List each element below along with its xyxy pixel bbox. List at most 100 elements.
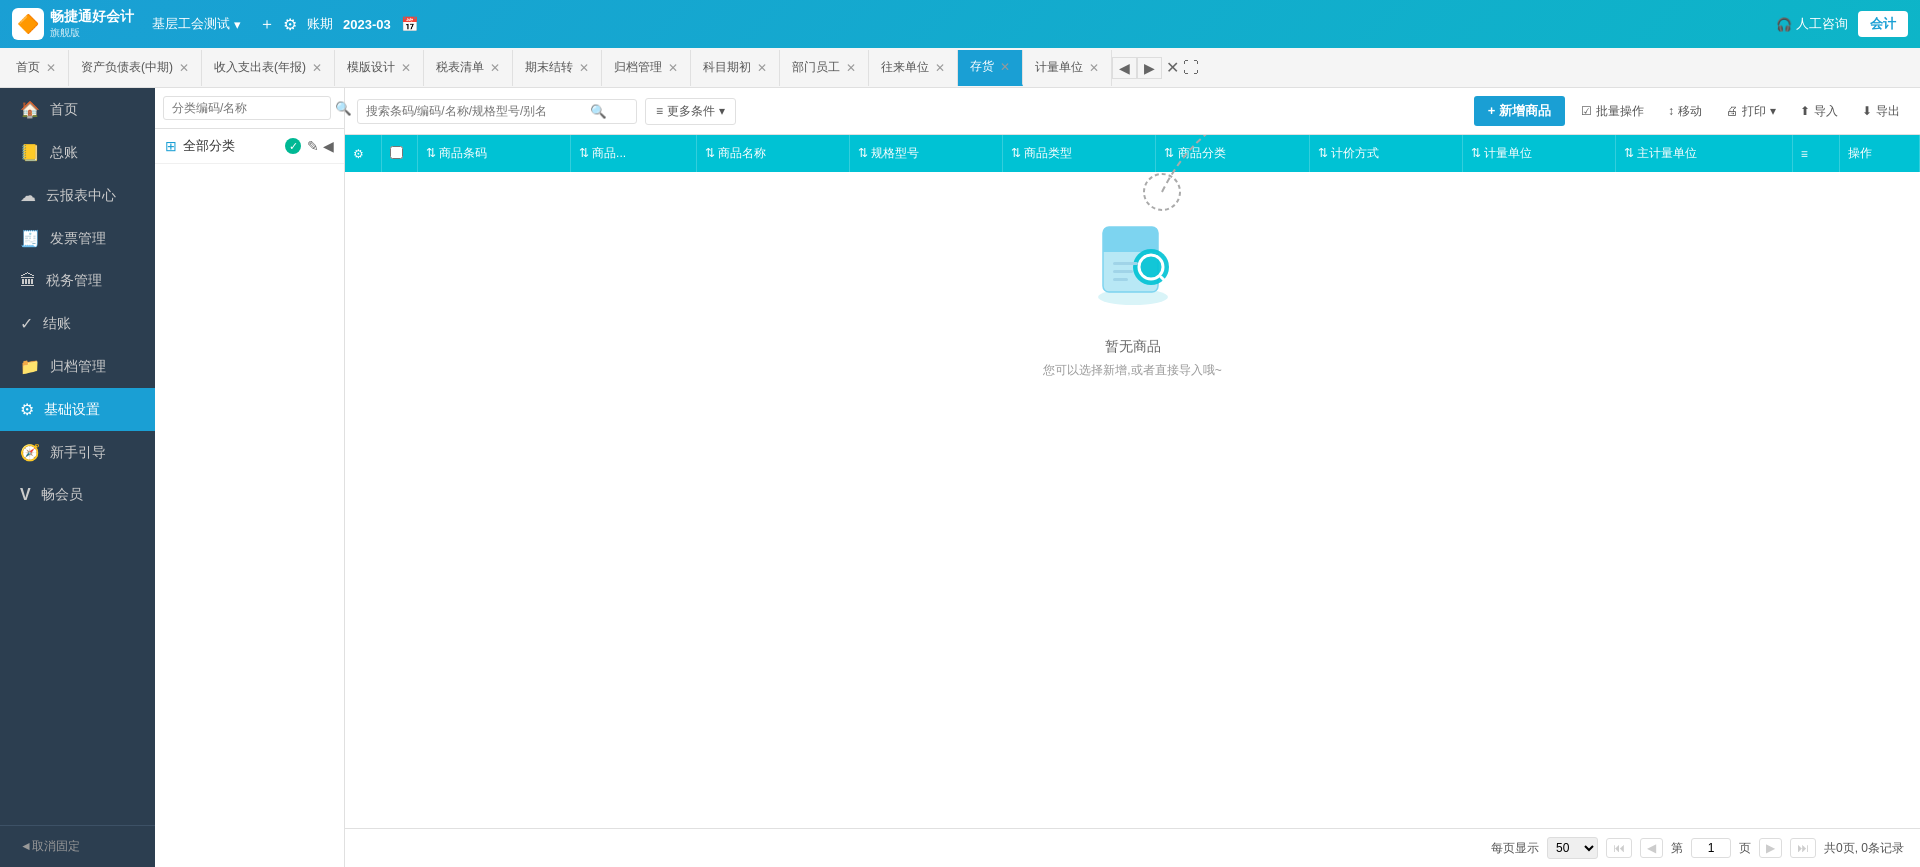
tab-close-contacts[interactable]: ✕ (935, 61, 945, 75)
th-unit[interactable]: ⇅ 计量单位 (1462, 135, 1615, 172)
tab-close-all-button[interactable]: ✕ (1166, 58, 1179, 77)
tab-department[interactable]: 部门员工 ✕ (780, 50, 869, 86)
th-checkbox[interactable] (381, 135, 417, 172)
move-icon: ↕ (1668, 104, 1674, 118)
tab-close-balance[interactable]: ✕ (179, 61, 189, 75)
logo-area: 🔶 畅捷通好会计 旗舰版 (12, 8, 142, 40)
filter-button[interactable]: ≡ 更多条件 ▾ (645, 98, 736, 125)
th-code[interactable]: ⇅ 商品... (570, 135, 696, 172)
sidebar-label-invoice: 发票管理 (50, 230, 106, 248)
th-settings[interactable]: ⚙ (345, 135, 381, 172)
batch-operation-button[interactable]: ☑ 批量操作 (1573, 99, 1652, 124)
filter-icon: ≡ (656, 104, 663, 118)
settings-icon[interactable]: ⚙ (283, 15, 297, 34)
tab-close-subject[interactable]: ✕ (757, 61, 767, 75)
edit-category-button[interactable]: ✎ (307, 138, 319, 154)
sidebar-unpin-button[interactable]: ◄取消固定 (0, 825, 155, 867)
per-page-select[interactable]: 50 100 200 (1547, 837, 1598, 859)
sidebar-label-guide: 新手引导 (50, 444, 106, 462)
tab-close-period[interactable]: ✕ (579, 61, 589, 75)
sidebar-item-invoice[interactable]: 🧾 发票管理 (0, 217, 155, 260)
tab-close-income[interactable]: ✕ (312, 61, 322, 75)
tab-archive[interactable]: 归档管理 ✕ (602, 50, 691, 86)
add-tab-button[interactable]: ＋ (259, 14, 275, 35)
tab-close-tax[interactable]: ✕ (490, 61, 500, 75)
tab-subject-init[interactable]: 科目期初 ✕ (691, 50, 780, 86)
account-button[interactable]: 会计 (1858, 11, 1908, 37)
tab-next-button[interactable]: ▶ (1137, 57, 1162, 79)
tab-close-home[interactable]: ✕ (46, 61, 56, 75)
first-page-button[interactable]: ⏮ (1606, 838, 1632, 858)
tab-period-transfer[interactable]: 期末结转 ✕ (513, 50, 602, 86)
category-indicator: ✓ (285, 138, 301, 154)
import-button[interactable]: ⬆ 导入 (1792, 99, 1846, 124)
add-product-button[interactable]: + 新增商品 (1474, 96, 1565, 126)
chevron-icon: ▾ (719, 104, 725, 118)
headset-icon: 🎧 (1776, 17, 1792, 32)
sidebar-item-guide[interactable]: 🧭 新手引导 (0, 431, 155, 474)
sidebar-label-settings: 基础设置 (44, 401, 100, 419)
last-page-button[interactable]: ⏭ (1790, 838, 1816, 858)
select-all-checkbox[interactable] (390, 146, 403, 159)
company-selector[interactable]: 基层工会测试 ▾ (152, 15, 241, 33)
sidebar-item-closing[interactable]: ✓ 结账 (0, 302, 155, 345)
export-button[interactable]: ⬇ 导出 (1854, 99, 1908, 124)
category-icons: ✎ ◀ (307, 138, 334, 154)
search-icon-button[interactable]: 🔍 (590, 104, 607, 119)
th-spec[interactable]: ⇅ 规格型号 (849, 135, 1002, 172)
tab-template-design[interactable]: 模版设计 ✕ (335, 50, 424, 86)
sidebar-item-archive[interactable]: 📁 归档管理 (0, 345, 155, 388)
product-search-input[interactable] (366, 104, 586, 118)
th-type[interactable]: ⇅ 商品类型 (1003, 135, 1156, 172)
sidebar-label-closing: 结账 (43, 315, 71, 333)
sidebar-item-settings[interactable]: ⚙ 基础设置 (0, 388, 155, 431)
prev-page-button[interactable]: ◀ (1640, 838, 1663, 858)
tab-contacts[interactable]: 往来单位 ✕ (869, 50, 958, 86)
collapse-panel-button[interactable]: ◀ (323, 138, 334, 154)
chevron-down-icon: ▾ (234, 17, 241, 32)
tab-balance-sheet[interactable]: 资产负债表(中期) ✕ (69, 50, 202, 86)
tab-home[interactable]: 首页 ✕ (4, 50, 69, 86)
tax-icon: 🏛 (20, 272, 36, 290)
tab-close-archive[interactable]: ✕ (668, 61, 678, 75)
customer-service-btn[interactable]: 🎧 人工咨询 (1776, 15, 1848, 33)
empty-title: 暂无商品 (1105, 338, 1161, 356)
category-search-box: 🔍 (155, 88, 344, 129)
sidebar-item-ledger[interactable]: 📒 总账 (0, 131, 155, 174)
logo-icon: 🔶 (12, 8, 44, 40)
th-name[interactable]: ⇅ 商品名称 (696, 135, 849, 172)
page-number-input[interactable] (1691, 838, 1731, 858)
tab-expand-button[interactable]: ⛶ (1183, 59, 1199, 77)
th-barcode[interactable]: ⇅ 商品条码 (417, 135, 570, 172)
print-button[interactable]: 🖨 打印 ▾ (1718, 99, 1784, 124)
tab-close-dept[interactable]: ✕ (846, 61, 856, 75)
category-header: ⊞ 全部分类 ✓ ✎ ◀ (155, 129, 344, 164)
closing-icon: ✓ (20, 314, 33, 333)
th-pricing[interactable]: ⇅ 计价方式 (1309, 135, 1462, 172)
left-panel: 🔍 ⊞ 全部分类 ✓ ✎ ◀ (155, 88, 345, 867)
category-search-input[interactable] (163, 96, 331, 120)
product-table: ⚙ ⇅ 商品条码 ⇅ 商品... (345, 135, 1920, 172)
calendar-icon[interactable]: 📅 (401, 16, 418, 32)
th-category[interactable]: ⇅ 商品分类 (1156, 135, 1309, 172)
move-button[interactable]: ↕ 移动 (1660, 99, 1710, 124)
next-page-button[interactable]: ▶ (1759, 838, 1782, 858)
tab-income-statement[interactable]: 收入支出表(年报) ✕ (202, 50, 335, 86)
tab-close-template[interactable]: ✕ (401, 61, 411, 75)
tab-close-inventory[interactable]: ✕ (1000, 60, 1010, 74)
sidebar-item-tax[interactable]: 🏛 税务管理 (0, 260, 155, 302)
th-more[interactable]: ≡ (1792, 135, 1839, 172)
grid-icon: ⊞ (165, 138, 177, 154)
sidebar-item-home[interactable]: 🏠 首页 (0, 88, 155, 131)
tab-tax-list[interactable]: 税表清单 ✕ (424, 50, 513, 86)
svg-point-1 (1144, 174, 1180, 210)
sidebar-item-reports[interactable]: ☁ 云报表中心 (0, 174, 155, 217)
tab-inventory[interactable]: 存货 ✕ (958, 50, 1023, 86)
th-main-unit[interactable]: ⇅ 主计量单位 (1616, 135, 1793, 172)
guide-icon: 🧭 (20, 443, 40, 462)
tab-unit[interactable]: 计量单位 ✕ (1023, 50, 1112, 86)
tab-close-unit[interactable]: ✕ (1089, 61, 1099, 75)
tab-prev-button[interactable]: ◀ (1112, 57, 1137, 79)
sidebar-item-member[interactable]: V 畅会员 (0, 474, 155, 516)
home-icon: 🏠 (20, 100, 40, 119)
